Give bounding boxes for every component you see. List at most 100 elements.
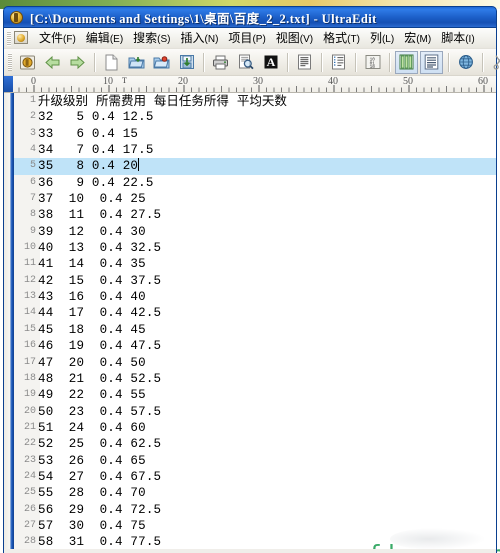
menubar-grip[interactable]	[7, 30, 11, 46]
menu-script-label: 脚本	[441, 31, 466, 45]
back-arrow-icon[interactable]	[41, 51, 64, 74]
editor-line[interactable]: 24 54 27 0.4 67.5	[14, 469, 496, 485]
line-number: 18	[23, 372, 36, 384]
menu-insert[interactable]: 插入(N)	[176, 27, 224, 49]
browser-icon[interactable]	[454, 51, 477, 74]
ultraedit-small-icon[interactable]	[13, 30, 30, 46]
editor-line[interactable]: 25 55 28 0.4 70	[14, 485, 496, 501]
hex-edit-icon[interactable]: 10 01 10	[361, 51, 384, 74]
line-text[interactable]: 43 16 0.4 40	[38, 289, 496, 305]
font-icon[interactable]: A	[259, 51, 282, 74]
line-text[interactable]: 38 11 0.4 27.5	[38, 207, 496, 223]
editor-line[interactable]: 4 34 7 0.4 17.5	[14, 142, 496, 158]
line-text[interactable]: 42 15 0.4 37.5	[38, 273, 496, 289]
editor-line[interactable]: 3 33 6 0.4 15	[14, 126, 496, 142]
editor-line[interactable]: 26 56 29 0.4 72.5	[14, 502, 496, 518]
save-file-icon[interactable]	[175, 51, 198, 74]
window-titlebar[interactable]: [C:\Documents and Settings\1\桌面\百度_2_2.t…	[3, 6, 497, 28]
line-text[interactable]: 57 30 0.4 75	[38, 518, 496, 534]
forward-arrow-icon[interactable]	[66, 51, 89, 74]
line-text[interactable]: 41 14 0.4 35	[38, 256, 496, 272]
editor-line[interactable]: 6 36 9 0.4 22.5	[14, 175, 496, 191]
editor-line[interactable]: 5 35 8 0.4 20	[14, 158, 496, 175]
line-text[interactable]: 53 26 0.4 65	[38, 453, 496, 469]
editor-line[interactable]: 15 45 18 0.4 45	[14, 322, 496, 338]
editor-line[interactable]: 7 37 10 0.4 25	[14, 191, 496, 207]
line-text[interactable]: 50 23 0.4 57.5	[38, 404, 496, 420]
line-numbers-icon[interactable]	[327, 51, 350, 74]
menu-project[interactable]: 项目(P)	[223, 27, 270, 49]
line-text[interactable]: 56 29 0.4 72.5	[38, 502, 496, 518]
line-text[interactable]: 36 9 0.4 22.5	[38, 175, 496, 191]
line-text[interactable]: 48 21 0.4 52.5	[38, 371, 496, 387]
text-lines[interactable]: 1 升级级别 所需费用 每日任务所得 平均天数 2 32 5 0.4 12.5 3 33 …	[14, 93, 496, 552]
menu-file[interactable]: 文件(F)	[34, 27, 81, 49]
menu-script[interactable]: 脚本(I)	[436, 27, 479, 49]
column-mode-icon[interactable]	[395, 50, 418, 74]
line-text[interactable]: 45 18 0.4 45	[38, 322, 496, 338]
menu-file-label: 文件	[39, 31, 64, 45]
menu-format[interactable]: 格式(T)	[318, 27, 365, 49]
editor-line[interactable]: 21 51 24 0.4 60	[14, 420, 496, 436]
new-file-icon[interactable]	[100, 51, 123, 74]
editor-line[interactable]: 20 50 23 0.4 57.5	[14, 404, 496, 420]
print-icon[interactable]	[209, 51, 232, 74]
editor-line[interactable]: 14 44 17 0.4 42.5	[14, 305, 496, 321]
editor-line[interactable]: 1 升级级别 所需费用 每日任务所得 平均天数	[14, 93, 496, 109]
toolbar-grip[interactable]	[8, 53, 12, 71]
line-text[interactable]: 55 28 0.4 70	[38, 485, 496, 501]
editor-line[interactable]: 10 40 13 0.4 32.5	[14, 240, 496, 256]
line-text[interactable]: 35 8 0.4 20	[38, 158, 496, 174]
menu-insert-label: 插入	[180, 31, 205, 45]
menu-view[interactable]: 视图(V)	[271, 27, 318, 49]
print-preview-icon[interactable]	[234, 51, 257, 74]
line-text[interactable]: 37 10 0.4 25	[38, 191, 496, 207]
editor-line[interactable]: 22 52 25 0.4 62.5	[14, 436, 496, 452]
line-text[interactable]: 32 5 0.4 12.5	[38, 109, 496, 125]
line-text[interactable]: 34 7 0.4 17.5	[38, 142, 496, 158]
line-text[interactable]: 33 6 0.4 15	[38, 126, 496, 142]
cut-icon[interactable]	[488, 51, 500, 74]
line-text[interactable]: 44 17 0.4 42.5	[38, 305, 496, 321]
menu-column[interactable]: 列(L)	[365, 27, 399, 49]
open-folder-icon[interactable]	[150, 51, 173, 74]
ultraedit-home-icon[interactable]	[16, 51, 39, 74]
list-view-icon[interactable]	[420, 50, 443, 74]
line-text[interactable]: 升级级别 所需费用 每日任务所得 平均天数	[38, 93, 496, 109]
editor-line[interactable]: 2 32 5 0.4 12.5	[14, 109, 496, 125]
ultraedit-logo-icon	[9, 10, 25, 25]
menu-search-mnemonic: (S)	[157, 34, 171, 45]
ruler-label-50: 50	[403, 76, 413, 87]
ruler[interactable]: 0 10 20 30 40 50 60 T	[4, 76, 496, 93]
editor-line[interactable]: 8 38 11 0.4 27.5	[14, 207, 496, 223]
editor-line[interactable]: 19 49 22 0.4 55	[14, 387, 496, 403]
line-text[interactable]: 47 20 0.4 50	[38, 355, 496, 371]
line-number: 17	[23, 356, 36, 368]
line-text[interactable]: 52 25 0.4 62.5	[38, 436, 496, 452]
menu-format-label: 格式	[323, 31, 348, 45]
editor-line[interactable]: 13 43 16 0.4 40	[14, 289, 496, 305]
editor-line[interactable]: 23 53 26 0.4 65	[14, 453, 496, 469]
menu-edit[interactable]: 编辑(E)	[81, 27, 128, 49]
line-text[interactable]: 49 22 0.4 55	[38, 387, 496, 403]
line-number: 27	[23, 519, 36, 531]
text-editor-area[interactable]: 1 升级级别 所需费用 每日任务所得 平均天数 2 32 5 0.4 12.5 3 33 …	[4, 93, 496, 552]
line-text[interactable]: 39 12 0.4 30	[38, 224, 496, 240]
ruler-ticks	[18, 85, 492, 92]
line-number: 14	[23, 307, 36, 319]
editor-line[interactable]: 18 48 21 0.4 52.5	[14, 371, 496, 387]
line-text[interactable]: 46 19 0.4 47.5	[38, 338, 496, 354]
word-wrap-icon[interactable]	[293, 51, 316, 74]
editor-line[interactable]: 12 42 15 0.4 37.5	[14, 273, 496, 289]
line-text[interactable]: 54 27 0.4 67.5	[38, 469, 496, 485]
editor-line[interactable]: 27 57 30 0.4 75	[14, 518, 496, 534]
editor-line[interactable]: 9 39 12 0.4 30	[14, 224, 496, 240]
menu-macro[interactable]: 宏(M)	[399, 27, 436, 49]
editor-line[interactable]: 11 41 14 0.4 35	[14, 256, 496, 272]
line-text[interactable]: 40 13 0.4 32.5	[38, 240, 496, 256]
editor-line[interactable]: 17 47 20 0.4 50	[14, 355, 496, 371]
open-file-icon[interactable]	[125, 51, 148, 74]
line-text[interactable]: 51 24 0.4 60	[38, 420, 496, 436]
editor-line[interactable]: 16 46 19 0.4 47.5	[14, 338, 496, 354]
menu-search[interactable]: 搜索(S)	[128, 27, 175, 49]
